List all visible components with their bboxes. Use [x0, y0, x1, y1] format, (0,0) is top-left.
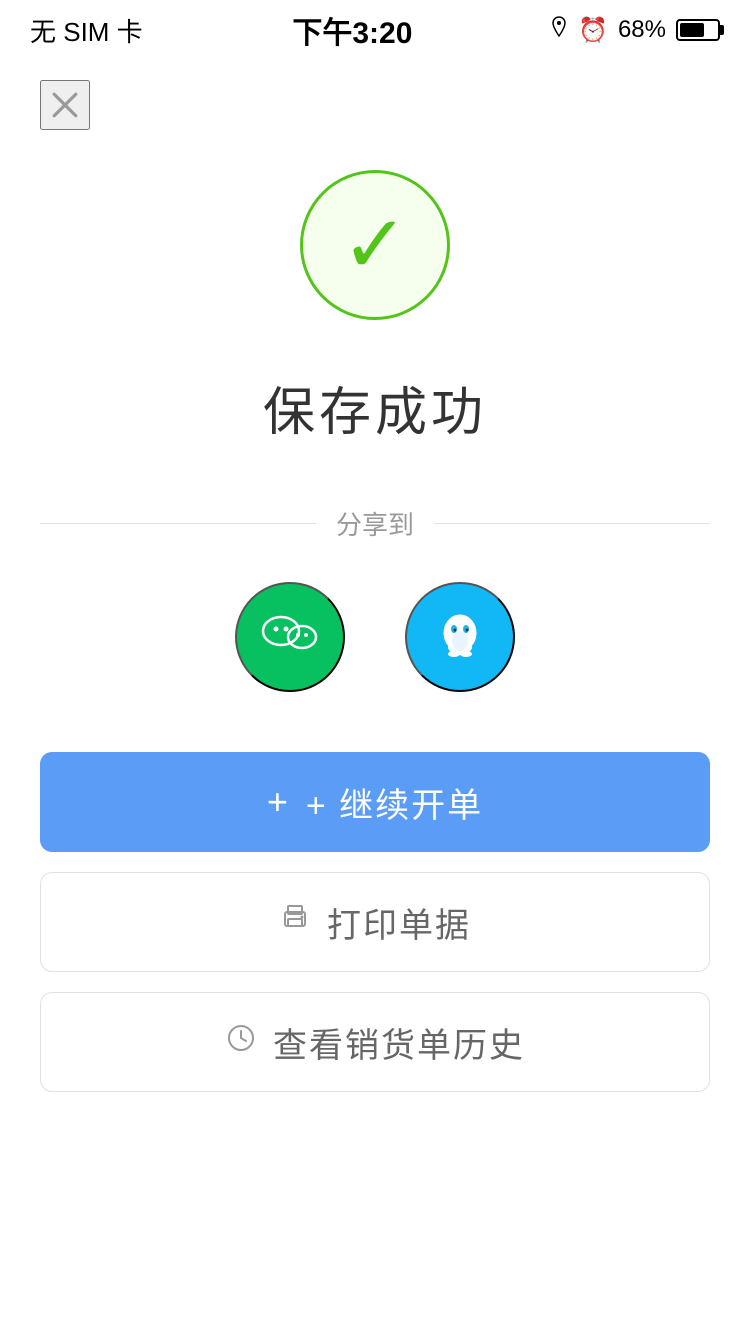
qq-share-button[interactable]	[405, 582, 515, 692]
close-button[interactable]	[40, 80, 90, 130]
status-right: ⏰ 68%	[550, 16, 720, 45]
print-button[interactable]: 打印单据	[40, 872, 710, 972]
carrier-text: 无 SIM 卡	[30, 12, 143, 49]
divider-right	[434, 523, 710, 524]
success-icon-circle: ✓	[300, 170, 450, 320]
share-label: 分享到	[336, 505, 414, 542]
divider-left	[40, 523, 316, 524]
location-icon	[550, 16, 568, 45]
checkmark-icon: ✓	[341, 205, 408, 285]
status-bar: 无 SIM 卡 下午3:20 ⏰ 68%	[0, 0, 750, 60]
alarm-icon: ⏰	[578, 16, 608, 45]
wechat-share-button[interactable]	[235, 582, 345, 692]
continue-order-button[interactable]: + + 继续开单	[40, 752, 710, 852]
main-content: ✓ 保存成功 分享到	[0, 60, 750, 1132]
print-icon	[279, 902, 311, 942]
share-icons	[235, 582, 515, 692]
battery-fill	[680, 23, 704, 37]
battery-percent: 68%	[618, 16, 666, 44]
history-icon	[225, 1022, 257, 1062]
print-label: 打印单据	[327, 898, 471, 947]
status-left: 无 SIM 卡	[30, 12, 155, 49]
history-label: 查看销货单历史	[273, 1018, 525, 1067]
continue-order-label: + 继续开单	[306, 778, 483, 827]
status-time: 下午3:20	[292, 8, 412, 52]
history-button[interactable]: 查看销货单历史	[40, 992, 710, 1092]
success-title: 保存成功	[263, 370, 487, 445]
share-section: 分享到	[40, 505, 710, 692]
battery-icon	[676, 19, 720, 41]
action-buttons: + + 继续开单 打印单据 查看销货单历史	[40, 752, 710, 1092]
divider-row: 分享到	[40, 505, 710, 542]
plus-icon: +	[267, 781, 290, 823]
